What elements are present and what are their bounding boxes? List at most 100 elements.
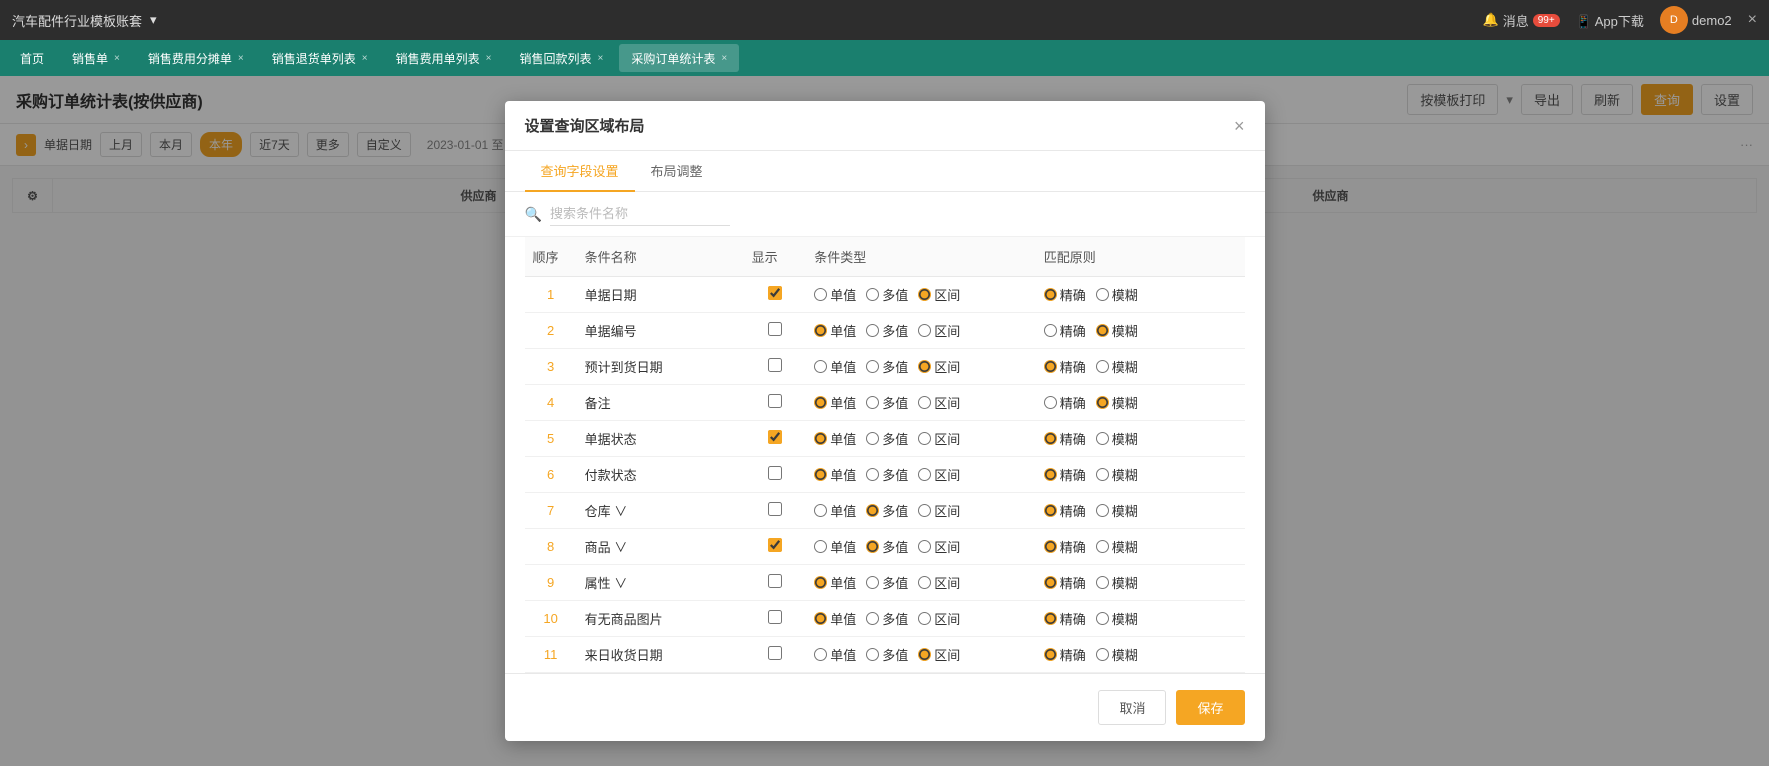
display-checkbox[interactable] — [768, 646, 782, 660]
type-radio[interactable] — [814, 468, 827, 481]
match-radio[interactable] — [1096, 324, 1109, 337]
type-radio-item[interactable]: 区间 — [918, 429, 960, 448]
match-radio-item[interactable]: 精确 — [1044, 357, 1086, 376]
match-radio[interactable] — [1044, 396, 1057, 409]
type-radio-item[interactable]: 区间 — [918, 465, 960, 484]
tab-purchase-stats[interactable]: 采购订单统计表 × — [619, 44, 739, 72]
type-radio[interactable] — [814, 288, 827, 301]
tab-sales[interactable]: 销售单 × — [60, 44, 132, 72]
match-radio-item[interactable]: 精确 — [1044, 573, 1086, 592]
match-radio[interactable] — [1096, 396, 1109, 409]
display-checkbox[interactable] — [768, 538, 782, 552]
type-radio-item[interactable]: 单值 — [814, 321, 856, 340]
type-radio[interactable] — [866, 540, 879, 553]
match-radio[interactable] — [1044, 504, 1057, 517]
tab-sales-fee[interactable]: 销售费用分摊单 × — [136, 44, 256, 72]
top-close-btn[interactable]: × — [1748, 11, 1757, 29]
type-radio-item[interactable]: 多值 — [866, 645, 908, 664]
type-radio-item[interactable]: 多值 — [866, 501, 908, 520]
type-radio-item[interactable]: 单值 — [814, 537, 856, 556]
dialog-tab-fields[interactable]: 查询字段设置 — [525, 151, 635, 192]
type-radio-item[interactable]: 多值 — [866, 429, 908, 448]
type-radio-item[interactable]: 区间 — [918, 321, 960, 340]
type-radio[interactable] — [918, 432, 931, 445]
user-area[interactable]: D demo2 — [1660, 6, 1732, 34]
type-radio[interactable] — [866, 468, 879, 481]
type-radio-item[interactable]: 多值 — [866, 573, 908, 592]
type-radio-item[interactable]: 区间 — [918, 501, 960, 520]
match-radio-item[interactable]: 精确 — [1044, 645, 1086, 664]
type-radio[interactable] — [866, 396, 879, 409]
type-radio-item[interactable]: 区间 — [918, 609, 960, 628]
type-radio-item[interactable]: 单值 — [814, 285, 856, 304]
match-radio-item[interactable]: 模糊 — [1096, 645, 1138, 664]
display-checkbox[interactable] — [768, 358, 782, 372]
save-btn[interactable]: 保存 — [1176, 690, 1244, 725]
type-radio-item[interactable]: 多值 — [866, 537, 908, 556]
match-radio[interactable] — [1044, 648, 1057, 661]
type-radio-item[interactable]: 单值 — [814, 609, 856, 628]
download-btn[interactable]: 📱 App下载 — [1576, 11, 1644, 30]
type-radio[interactable] — [918, 396, 931, 409]
type-radio-item[interactable]: 区间 — [918, 393, 960, 412]
match-radio-item[interactable]: 精确 — [1044, 429, 1086, 448]
type-radio[interactable] — [918, 504, 931, 517]
type-radio-item[interactable]: 多值 — [866, 393, 908, 412]
tab-sales-close[interactable]: × — [114, 53, 120, 64]
type-radio[interactable] — [918, 648, 931, 661]
tab-sales-payment-close[interactable]: × — [597, 53, 603, 64]
type-radio-item[interactable]: 区间 — [918, 537, 960, 556]
type-radio-item[interactable]: 多值 — [866, 465, 908, 484]
match-radio[interactable] — [1044, 360, 1057, 373]
match-radio-item[interactable]: 精确 — [1044, 465, 1086, 484]
type-radio[interactable] — [814, 432, 827, 445]
type-radio[interactable] — [918, 360, 931, 373]
type-radio-item[interactable]: 区间 — [918, 357, 960, 376]
match-radio-item[interactable]: 精确 — [1044, 501, 1086, 520]
tab-sales-return[interactable]: 销售退货单列表 × — [260, 44, 380, 72]
type-radio-item[interactable]: 区间 — [918, 645, 960, 664]
tab-sales-fee-close[interactable]: × — [238, 53, 244, 64]
match-radio-item[interactable]: 模糊 — [1096, 465, 1138, 484]
match-radio[interactable] — [1044, 612, 1057, 625]
match-radio-item[interactable]: 模糊 — [1096, 573, 1138, 592]
type-radio[interactable] — [866, 288, 879, 301]
type-radio[interactable] — [814, 396, 827, 409]
dialog-tab-layout[interactable]: 布局调整 — [635, 151, 719, 192]
type-radio-item[interactable]: 单值 — [814, 573, 856, 592]
type-radio[interactable] — [866, 432, 879, 445]
match-radio-item[interactable]: 模糊 — [1096, 537, 1138, 556]
type-radio[interactable] — [814, 360, 827, 373]
match-radio-item[interactable]: 精确 — [1044, 393, 1086, 412]
type-radio[interactable] — [918, 576, 931, 589]
match-radio-item[interactable]: 精确 — [1044, 285, 1086, 304]
type-radio[interactable] — [866, 612, 879, 625]
notification-btn[interactable]: 🔔 消息 99+ — [1483, 11, 1560, 30]
match-radio[interactable] — [1096, 648, 1109, 661]
display-checkbox[interactable] — [768, 394, 782, 408]
type-radio-item[interactable]: 多值 — [866, 609, 908, 628]
match-radio[interactable] — [1096, 432, 1109, 445]
match-radio[interactable] — [1096, 612, 1109, 625]
type-radio[interactable] — [814, 612, 827, 625]
type-radio-item[interactable]: 区间 — [918, 285, 960, 304]
match-radio-item[interactable]: 模糊 — [1096, 321, 1138, 340]
match-radio[interactable] — [1096, 360, 1109, 373]
type-radio-item[interactable]: 区间 — [918, 573, 960, 592]
type-radio[interactable] — [814, 504, 827, 517]
display-checkbox[interactable] — [768, 286, 782, 300]
type-radio[interactable] — [918, 324, 931, 337]
match-radio[interactable] — [1044, 468, 1057, 481]
type-radio-item[interactable]: 单值 — [814, 465, 856, 484]
match-radio-item[interactable]: 精确 — [1044, 537, 1086, 556]
tab-sales-return-close[interactable]: × — [362, 53, 368, 64]
match-radio-item[interactable]: 模糊 — [1096, 429, 1138, 448]
display-checkbox[interactable] — [768, 430, 782, 444]
match-radio-item[interactable]: 模糊 — [1096, 393, 1138, 412]
match-radio[interactable] — [1044, 576, 1057, 589]
type-radio[interactable] — [918, 612, 931, 625]
type-radio[interactable] — [866, 360, 879, 373]
display-checkbox[interactable] — [768, 502, 782, 516]
type-radio[interactable] — [814, 648, 827, 661]
tab-purchase-stats-close[interactable]: × — [721, 53, 727, 64]
